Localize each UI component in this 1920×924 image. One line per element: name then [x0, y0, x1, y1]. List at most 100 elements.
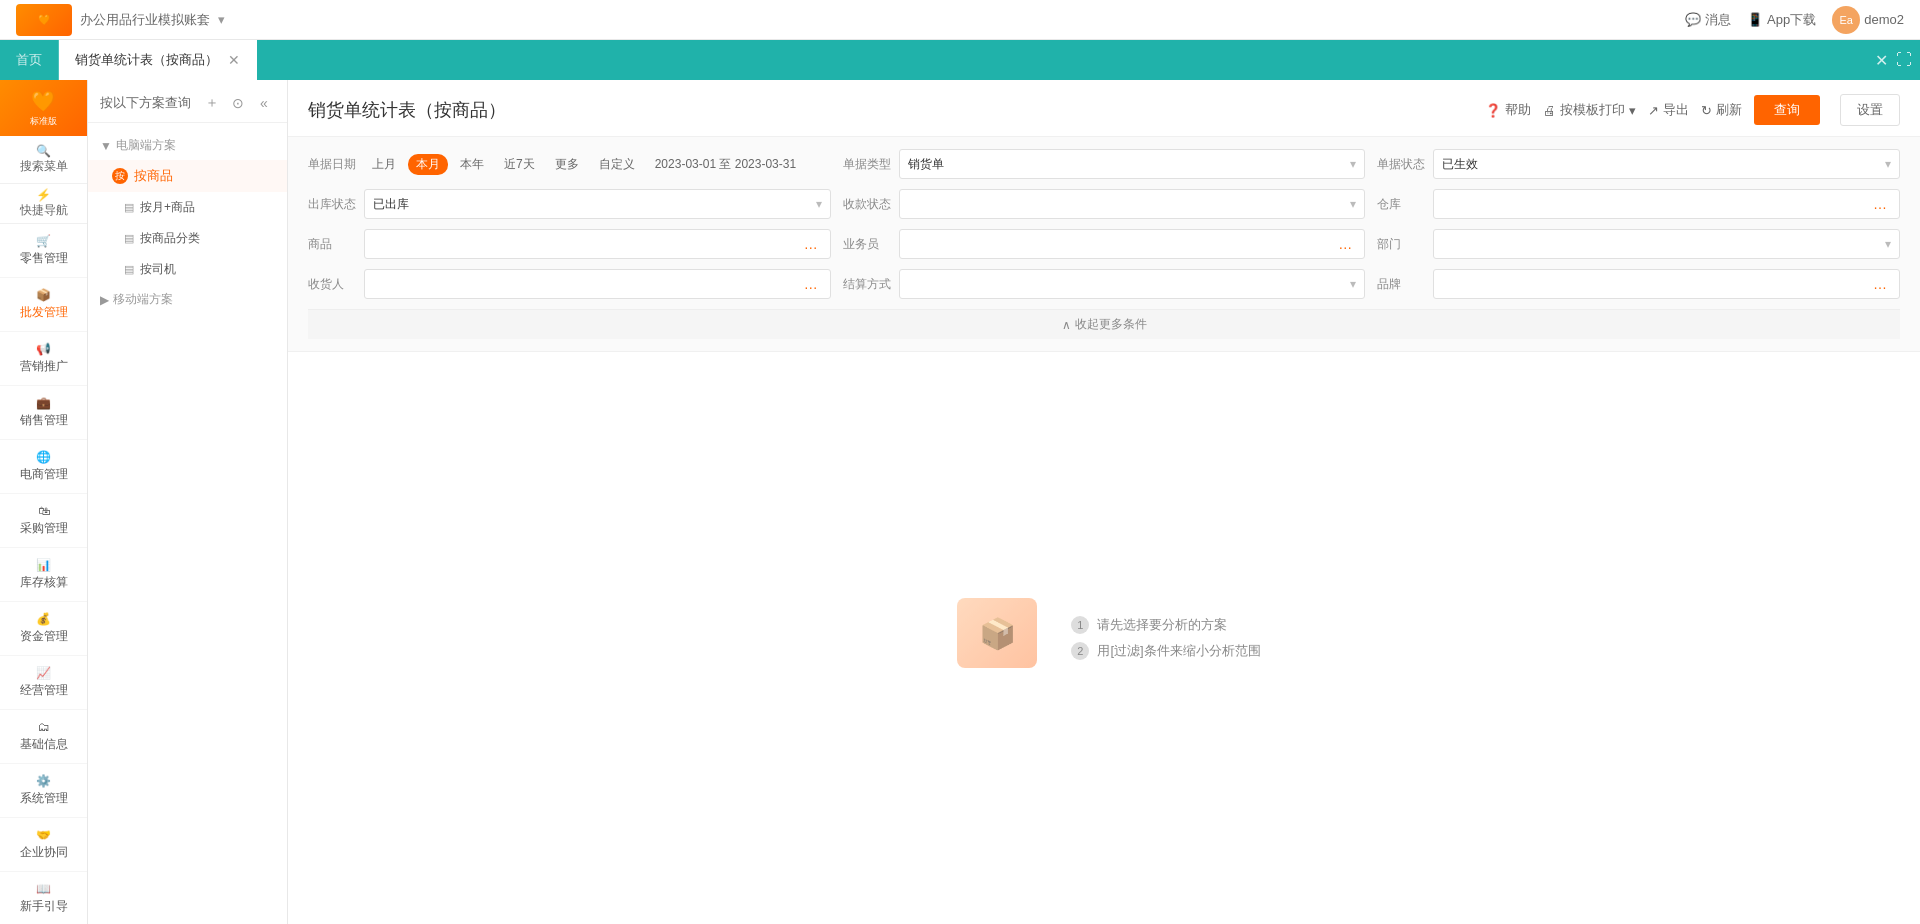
sidebar-item-wholesale[interactable]: 📦 批发管理 [0, 278, 87, 332]
receiver-more[interactable]: … [800, 276, 822, 292]
tab-home[interactable]: 首页 [0, 40, 59, 80]
print-dropdown-icon: ▾ [1629, 103, 1636, 118]
tab-sales-stats[interactable]: 销货单统计表（按商品） ✕ [59, 40, 257, 80]
system-icon: ⚙️ [4, 774, 83, 788]
sidebar-item-nav[interactable]: ⚡ 快捷导航 [0, 184, 87, 224]
date-tab-thismonth[interactable]: 本月 [408, 154, 448, 175]
logo-main-icon: 🧡 [31, 89, 56, 113]
collapse-bar[interactable]: ∧ 收起更多条件 [308, 309, 1900, 339]
filter-docstatus-field: 单据状态 已生效 ▾ [1377, 149, 1900, 179]
tree-item-driver[interactable]: ▤ 按司机 [88, 254, 287, 285]
collapse-label: 收起更多条件 [1075, 316, 1147, 333]
receiver-select[interactable]: … [364, 269, 831, 299]
tree-item-goods-category[interactable]: ▤ 按商品分类 [88, 223, 287, 254]
hint2-text: 用[过滤]条件来缩小分析范围 [1097, 642, 1260, 660]
sidebar-item-search[interactable]: 🔍 搜索菜单 [0, 136, 87, 184]
sidebar-item-guide[interactable]: 📖 新手引导 [0, 872, 87, 924]
sidebar: 🧡 标准版 🔍 搜索菜单 ⚡ 快捷导航 🛒 零售管理 📦 批发管理 📢 营销推广… [0, 80, 88, 924]
industry-label: 办公用品行业模拟账套 [80, 11, 210, 29]
settle-chevron: ▾ [1350, 277, 1356, 291]
query-btn[interactable]: 查询 [1754, 95, 1820, 125]
dept-select[interactable]: ▾ [1433, 229, 1900, 259]
sidebar-item-basic[interactable]: 🗂 基础信息 [0, 710, 87, 764]
sidebar-nav-label: 快捷导航 [4, 202, 83, 219]
settle-select[interactable]: ▾ [899, 269, 1366, 299]
hint2-num: 2 [1071, 642, 1089, 660]
date-tab-lastmonth[interactable]: 上月 [364, 154, 404, 175]
sidebar-item-sales[interactable]: 💼 销售管理 [0, 386, 87, 440]
goods-more[interactable]: … [800, 236, 822, 252]
sidebar-item-system[interactable]: ⚙️ 系统管理 [0, 764, 87, 818]
sidebar-item-purchase[interactable]: 🛍 采购管理 [0, 494, 87, 548]
refresh-btn[interactable]: ↻ 刷新 [1701, 101, 1742, 119]
top-header: 🧡 办公用品行业模拟账套 ▾ 💬 消息 📱 App下载 Ea demo2 [0, 0, 1920, 40]
salesman-more[interactable]: … [1334, 236, 1356, 252]
brand-label: 品牌 [1377, 276, 1433, 293]
filter-row-3: 商品 … 业务员 … 部门 [308, 229, 1900, 259]
filter-row-1: 单据日期 上月 本月 本年 近7天 更多 自定义 2023-03-01 至 20… [308, 149, 1900, 179]
warehouse-more[interactable]: … [1869, 196, 1891, 212]
month-goods-icon: ▤ [124, 201, 134, 214]
filter-brand-field: 品牌 … [1377, 269, 1900, 299]
date-tab-custom[interactable]: 自定义 [591, 154, 643, 175]
right-panel: 销货单统计表（按商品） ❓ 帮助 🖨 按模板打印 ▾ ↗ 导出 [288, 80, 1920, 924]
add-scheme-btn[interactable]: ＋ [201, 92, 223, 114]
docstatus-select[interactable]: 已生效 ▾ [1433, 149, 1900, 179]
docstatus-value: 已生效 [1442, 156, 1478, 173]
marketing-icon: 📢 [4, 342, 83, 356]
edit-scheme-btn[interactable]: ⊙ [227, 92, 249, 114]
window-maximize-icon[interactable]: ⛶ [1896, 51, 1912, 69]
brand-more[interactable]: … [1869, 276, 1891, 292]
tree-group-mobile-label-text: 移动端方案 [113, 291, 173, 308]
hint1-text: 请先选择要分析的方案 [1097, 616, 1227, 634]
settings-btn[interactable]: 设置 [1840, 94, 1900, 126]
tree-section: ▼ 电脑端方案 按 按商品 ▤ 按月+商品 ▤ 按商品分类 ▤ 按司机 [88, 123, 287, 322]
download-btn[interactable]: 📱 App下载 [1747, 11, 1816, 29]
dropdown-arrow[interactable]: ▾ [218, 12, 225, 27]
sidebar-item-ecom[interactable]: 🌐 电商管理 [0, 440, 87, 494]
sidebar-item-marketing[interactable]: 📢 营销推广 [0, 332, 87, 386]
doctype-select[interactable]: 销货单 ▾ [899, 149, 1366, 179]
hint1-num: 1 [1071, 616, 1089, 634]
window-close-icon[interactable]: ✕ [1875, 51, 1888, 70]
export-label: 导出 [1663, 101, 1689, 119]
help-label: 帮助 [1505, 101, 1531, 119]
date-tab-thisyear[interactable]: 本年 [452, 154, 492, 175]
top-header-right: 💬 消息 📱 App下载 Ea demo2 [1685, 6, 1904, 34]
left-panel-title: 按以下方案查询 [100, 94, 191, 112]
search-icon: 🔍 [8, 144, 79, 158]
user-area[interactable]: Ea demo2 [1832, 6, 1904, 34]
goods-scheme-icon: 按 [112, 168, 128, 184]
tree-item-month-goods[interactable]: ▤ 按月+商品 [88, 192, 287, 223]
goods-select[interactable]: … [364, 229, 831, 259]
outstatus-value: 已出库 [373, 196, 409, 213]
filter-row-4: 收货人 … 结算方式 ▾ 品牌 [308, 269, 1900, 299]
print-btn[interactable]: 🖨 按模板打印 ▾ [1543, 101, 1636, 119]
salesman-select[interactable]: … [899, 229, 1366, 259]
export-icon: ↗ [1648, 103, 1659, 118]
sidebar-item-ops[interactable]: 📈 经营管理 [0, 656, 87, 710]
collectstatus-select[interactable]: ▾ [899, 189, 1366, 219]
warehouse-select[interactable]: … [1433, 189, 1900, 219]
left-panel: 按以下方案查询 ＋ ⊙ « ▼ 电脑端方案 按 按商品 ▤ 按月+ [88, 80, 288, 924]
sidebar-item-inventory[interactable]: 📊 库存核算 [0, 548, 87, 602]
help-btn[interactable]: ❓ 帮助 [1485, 101, 1531, 119]
date-tab-more[interactable]: 更多 [547, 154, 587, 175]
outstatus-select[interactable]: 已出库 ▾ [364, 189, 831, 219]
date-tabs: 上月 本月 本年 近7天 更多 自定义 [364, 154, 643, 175]
message-btn[interactable]: 💬 消息 [1685, 11, 1731, 29]
export-btn[interactable]: ↗ 导出 [1648, 101, 1689, 119]
collectstatus-label: 收款状态 [843, 196, 899, 213]
message-icon: 💬 [1685, 12, 1701, 27]
collapse-scheme-btn[interactable]: « [253, 92, 275, 114]
date-tab-7days[interactable]: 近7天 [496, 154, 543, 175]
sidebar-item-enterprise[interactable]: 🤝 企业协同 [0, 818, 87, 872]
tree-item-by-goods[interactable]: 按 按商品 [88, 160, 287, 192]
sidebar-item-retail[interactable]: 🛒 零售管理 [0, 224, 87, 278]
inventory-icon: 📊 [4, 558, 83, 572]
brand-select[interactable]: … [1433, 269, 1900, 299]
tab-close-icon[interactable]: ✕ [228, 52, 240, 68]
filter-goods-field: 商品 … [308, 229, 831, 259]
sidebar-item-finance[interactable]: 💰 资金管理 [0, 602, 87, 656]
main-layout: 🧡 标准版 🔍 搜索菜单 ⚡ 快捷导航 🛒 零售管理 📦 批发管理 📢 营销推广… [0, 80, 1920, 924]
